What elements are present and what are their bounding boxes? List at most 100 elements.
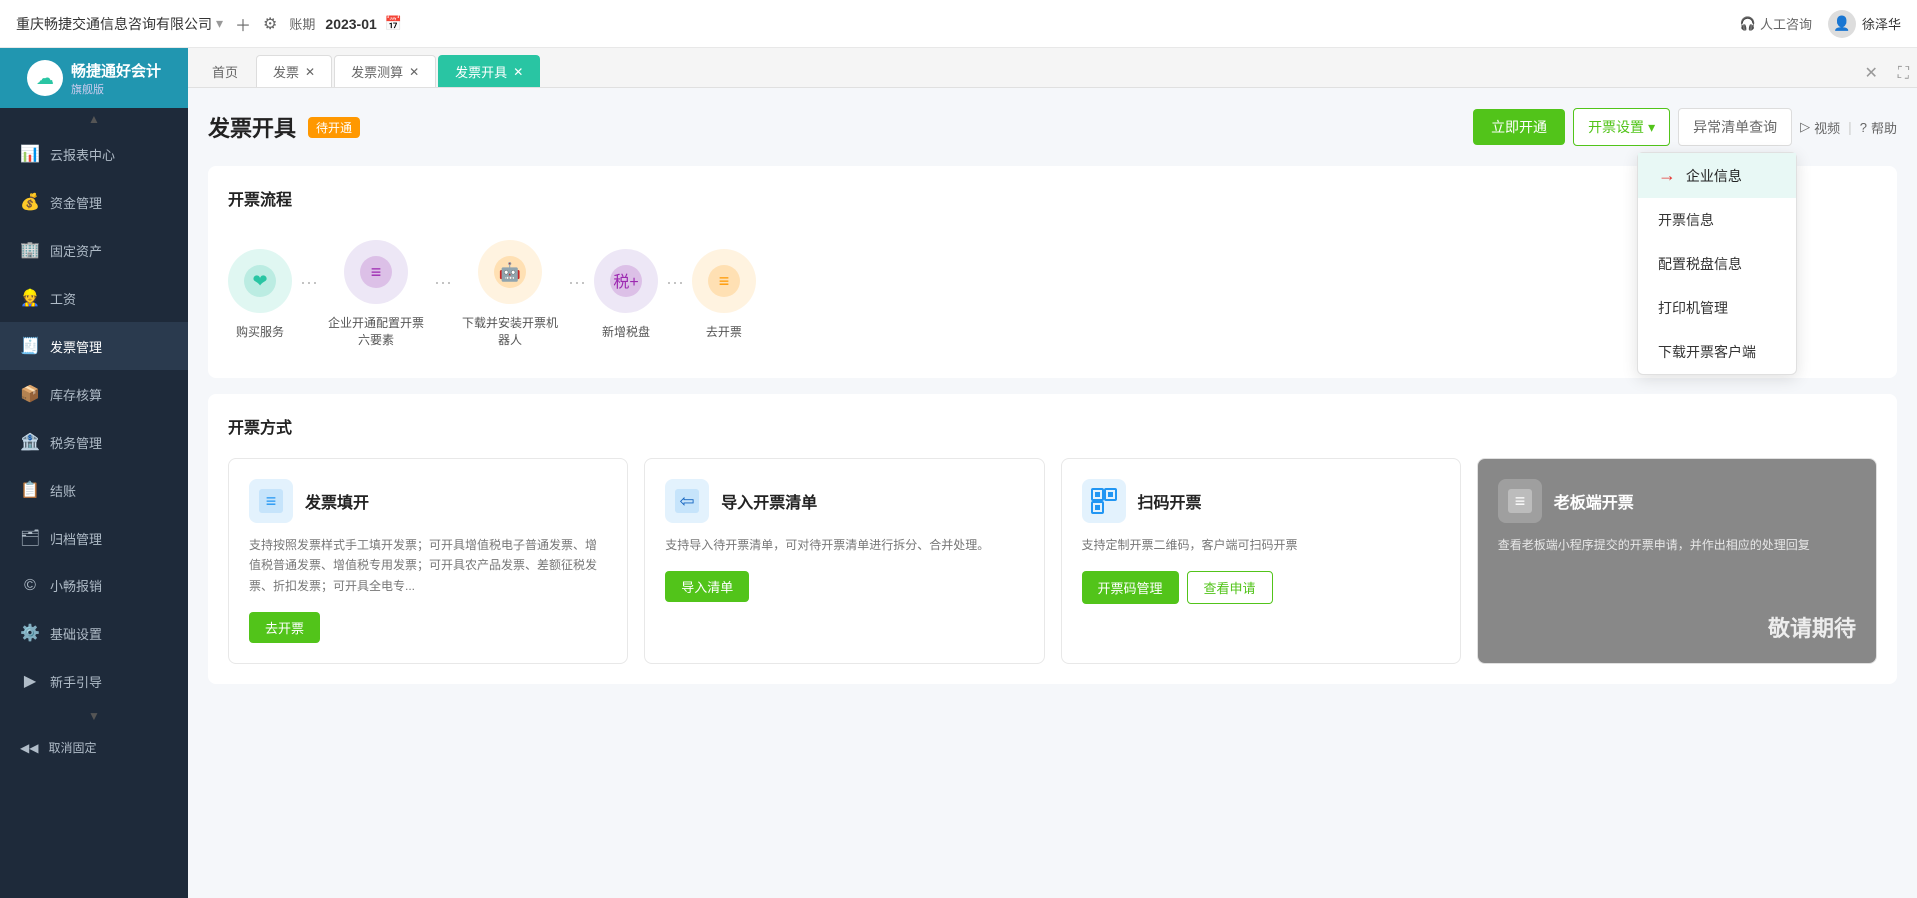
process-title: 开票流程 [228, 186, 1877, 210]
sidebar-item-invoice-mgmt[interactable]: 🧾 发票管理 [0, 322, 188, 370]
sidebar-item-salary[interactable]: 👷 工资 [0, 274, 188, 322]
help-label: 帮助 [1871, 118, 1897, 137]
import-list-button[interactable]: 导入清单 [665, 571, 749, 602]
window-controls-area: ✕ ⛶ [1857, 59, 1917, 87]
method-card-fill-invoice: ≡ 发票填开 支持按照发票样式手工填开发票；可开具增值税电子普通发票、增值税普通… [228, 458, 628, 664]
tab-invoice-issue[interactable]: 发票开具 ✕ [438, 55, 540, 87]
help-button[interactable]: ? 帮助 [1860, 118, 1897, 137]
inventory-icon: 📦 [20, 384, 40, 404]
dropdown-item-printer[interactable]: 打印机管理 [1638, 286, 1796, 330]
fund-mgmt-icon: 💰 [20, 192, 40, 212]
tab-invoice-calc-label: 发票测算 [351, 62, 403, 81]
user-info[interactable]: 👤 徐泽华 [1828, 10, 1901, 38]
video-label: 视频 [1814, 118, 1840, 137]
process-label-3: 下载并安装开票机器人 [460, 314, 560, 348]
fill-invoice-go-button[interactable]: 去开票 [249, 612, 320, 643]
boss-invoice-title: 老板端开票 [1554, 489, 1634, 513]
sidebar-label-closing: 结账 [50, 481, 76, 500]
process-icon-3: 🤖 [478, 240, 542, 304]
view-apply-button[interactable]: 查看申请 [1187, 571, 1273, 604]
unpin-button[interactable]: ◀◀ 取消固定 [0, 727, 188, 768]
logo-text: 畅捷通好会计 [71, 60, 161, 81]
svg-text:≡: ≡ [719, 271, 730, 291]
svg-text:税+: 税+ [613, 273, 638, 291]
sidebar-item-fund-mgmt[interactable]: 💰 资金管理 [0, 178, 188, 226]
company-arrow-icon[interactable]: ▾ [216, 15, 223, 32]
sidebar-logo: ☁ 畅捷通好会计 旗舰版 [0, 48, 188, 108]
process-arrow-3: ··· [568, 272, 586, 293]
headset-icon: 🎧 [1740, 16, 1756, 32]
dropdown-download-client-label: 下载开票客户端 [1658, 344, 1756, 360]
add-tab-button[interactable]: ＋ [235, 12, 251, 36]
activate-button[interactable]: 立即开通 [1473, 109, 1565, 145]
sidebar-item-cloud-report[interactable]: 📊 云报表中心 [0, 130, 188, 178]
dropdown-item-company-info[interactable]: → 企业信息 [1638, 153, 1796, 198]
dropdown-item-invoice-info[interactable]: 开票信息 [1638, 198, 1796, 242]
top-right-area: 🎧 人工咨询 👤 徐泽华 [1740, 10, 1901, 38]
methods-grid: ≡ 发票填开 支持按照发票样式手工填开发票；可开具增值税电子普通发票、增值税普通… [228, 458, 1877, 664]
tab-invoice-issue-label: 发票开具 [455, 62, 507, 81]
qr-mgmt-button[interactable]: 开票码管理 [1082, 571, 1179, 604]
invoice-settings-button[interactable]: 开票设置 ▾ [1573, 108, 1670, 146]
logo-icon: ☁ [27, 60, 63, 96]
methods-section: 开票方式 ≡ 发票填开 支持按 [208, 394, 1897, 684]
service-button[interactable]: 🎧 人工咨询 [1740, 14, 1812, 33]
tab-invoice-issue-close[interactable]: ✕ [513, 65, 523, 79]
svg-text:≡: ≡ [266, 491, 277, 511]
dropdown-item-download-client[interactable]: 下载开票客户端 [1638, 330, 1796, 374]
coming-soon-text: 敬请期待 [1768, 611, 1856, 643]
sidebar-item-closing[interactable]: 📋 结账 [0, 466, 188, 514]
scroll-up-indicator[interactable]: ▲ [0, 108, 188, 130]
sidebar-item-archive[interactable]: 🗂 归档管理 [0, 514, 188, 562]
tab-invoice-calc[interactable]: 发票测算 ✕ [334, 55, 436, 87]
fill-invoice-footer: 去开票 [249, 612, 607, 643]
settings-gear-icon[interactable]: ⚙ [263, 14, 277, 34]
help-icon: ? [1860, 120, 1867, 135]
tab-invoice[interactable]: 发票 ✕ [256, 55, 332, 87]
svg-text:≡: ≡ [371, 262, 382, 282]
sidebar: ☁ 畅捷通好会计 旗舰版 ▲ 📊 云报表中心 💰 资金管理 🏢 固定资产 👷 工… [0, 48, 188, 898]
tab-bar: 首页 发票 ✕ 发票测算 ✕ 发票开具 ✕ ✕ ⛶ [188, 48, 1917, 88]
process-label-1: 购买服务 [236, 323, 284, 340]
logo-text-area: 畅捷通好会计 旗舰版 [71, 60, 161, 97]
divider: | [1848, 119, 1852, 135]
dropdown-invoice-info-label: 开票信息 [1658, 212, 1714, 228]
settings-dropdown-menu: → 企业信息 开票信息 配置税盘信息 打印机管理 下 [1637, 152, 1797, 375]
cloud-report-icon: 📊 [20, 144, 40, 164]
method-card-fill-header: ≡ 发票填开 [249, 479, 607, 523]
process-label-2: 企业开通配置开票六要素 [326, 314, 426, 348]
company-name: 重庆畅捷交通信息咨询有限公司 [16, 14, 212, 34]
new-guide-icon: ▶ [20, 671, 40, 691]
play-icon: ▷ [1800, 119, 1810, 135]
method-card-boss-header: ≡ 老板端开票 [1498, 479, 1856, 523]
fixed-assets-icon: 🏢 [20, 240, 40, 260]
sidebar-item-basic-settings[interactable]: ⚙️ 基础设置 [0, 609, 188, 657]
method-card-scan-invoice: 扫码开票 支持定制开票二维码，客户端可扫码开票 开票码管理 查看申请 [1061, 458, 1461, 664]
import-list-desc: 支持导入待开票清单，可对待开票清单进行拆分、合并处理。 [665, 535, 1023, 555]
maximize-window-button[interactable]: ⛶ [1890, 61, 1917, 87]
period-label: 账期 [289, 14, 315, 33]
tab-home[interactable]: 首页 [196, 55, 254, 87]
close-window-button[interactable]: ✕ [1857, 59, 1886, 87]
process-icon-5: ≡ [692, 249, 756, 313]
sidebar-item-xiaochang[interactable]: © 小畅报销 [0, 562, 188, 609]
exception-list-button[interactable]: 异常清单查询 [1678, 108, 1792, 146]
scan-invoice-footer: 开票码管理 查看申请 [1082, 571, 1440, 604]
sidebar-item-inventory[interactable]: 📦 库存核算 [0, 370, 188, 418]
scan-invoice-icon [1082, 479, 1126, 523]
dropdown-item-tax-disk[interactable]: 配置税盘信息 [1638, 242, 1796, 286]
sidebar-label-fixed-assets: 固定资产 [50, 241, 102, 260]
scroll-down-indicator[interactable]: ▼ [0, 705, 188, 727]
process-step-1: ❤ 购买服务 [228, 249, 292, 340]
main-layout: ☁ 畅捷通好会计 旗舰版 ▲ 📊 云报表中心 💰 资金管理 🏢 固定资产 👷 工… [0, 48, 1917, 898]
method-card-scan-header: 扫码开票 [1082, 479, 1440, 523]
sidebar-label-archive: 归档管理 [50, 529, 102, 548]
tab-invoice-close[interactable]: ✕ [305, 65, 315, 79]
video-button[interactable]: ▷ 视频 [1800, 118, 1840, 137]
calendar-icon[interactable]: 📅 [385, 15, 402, 32]
sidebar-item-fixed-assets[interactable]: 🏢 固定资产 [0, 226, 188, 274]
import-list-footer: 导入清单 [665, 571, 1023, 602]
sidebar-item-new-guide[interactable]: ▶ 新手引导 [0, 657, 188, 705]
sidebar-item-tax-mgmt[interactable]: 🏦 税务管理 [0, 418, 188, 466]
tab-invoice-calc-close[interactable]: ✕ [409, 65, 419, 79]
